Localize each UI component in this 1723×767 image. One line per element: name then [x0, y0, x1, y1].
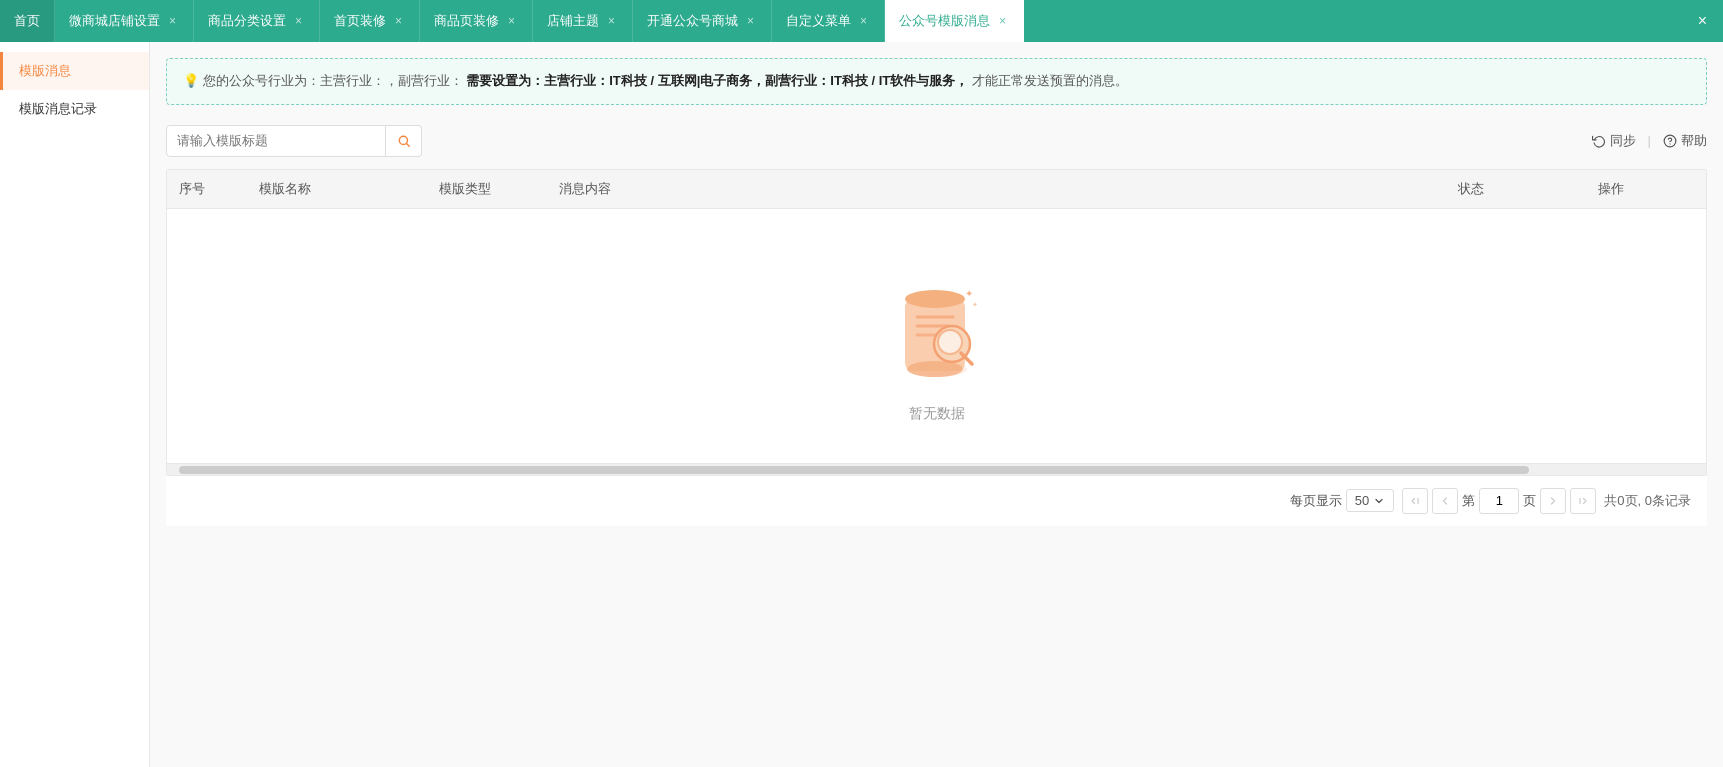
nav-tab-category-label: 商品分类设置 [208, 12, 286, 30]
th-name: 模版名称 [247, 170, 427, 208]
help-label: 帮助 [1681, 132, 1707, 150]
nav-tab-homepage-label: 首页装修 [334, 12, 386, 30]
sidebar-item-template-record-label: 模版消息记录 [19, 101, 97, 116]
nav-tab-template-label: 公众号模版消息 [899, 12, 990, 30]
notice-prefix: 您的公众号行业为：主营行业：，副营行业： [203, 73, 463, 88]
page-size-label: 每页显示 [1290, 492, 1342, 510]
notice-suffix: 才能正常发送预置的消息。 [972, 73, 1128, 88]
th-status: 状态 [1446, 170, 1586, 208]
last-page-button[interactable] [1570, 488, 1596, 514]
notice-icon: 💡 [183, 73, 199, 88]
nav-tab-product-label: 商品页装修 [434, 12, 499, 30]
search-left [166, 125, 422, 157]
sidebar-item-template-record[interactable]: 模版消息记录 [0, 90, 149, 128]
top-nav: 首页 微商城店铺设置 × 商品分类设置 × 首页装修 × 商品页装修 × 店铺主… [0, 0, 1723, 42]
empty-icon: ✦ ✦ [877, 269, 997, 389]
nav-tab-product-close[interactable]: × [505, 12, 518, 30]
th-action: 操作 [1586, 170, 1706, 208]
nav-tab-homepage[interactable]: 首页装修 × [320, 0, 420, 42]
page-size-select-box[interactable]: 50 [1346, 489, 1394, 512]
nav-tab-category-close[interactable]: × [292, 12, 305, 30]
scrollbar-thumb[interactable] [179, 466, 1529, 474]
pagination: 每页显示 50 [166, 476, 1707, 526]
empty-text: 暂无数据 [909, 405, 965, 423]
sidebar-item-template-msg-label: 模版消息 [19, 63, 71, 78]
nav-tab-template[interactable]: 公众号模版消息 × [885, 0, 1024, 42]
sync-label: 同步 [1610, 132, 1636, 150]
nav-tab-wshop-close[interactable]: × [166, 12, 179, 30]
th-index: 序号 [167, 170, 247, 208]
empty-state: ✦ ✦ 暂无数据 [167, 209, 1706, 463]
nav-tab-theme-close[interactable]: × [605, 12, 618, 30]
nav-tab-product[interactable]: 商品页装修 × [420, 0, 533, 42]
nav-tab-mall-label: 开通公众号商城 [647, 12, 738, 30]
nav-tab-theme[interactable]: 店铺主题 × [533, 0, 633, 42]
svg-point-7 [907, 361, 963, 377]
sync-button[interactable]: 同步 [1592, 132, 1636, 150]
first-page-icon [1409, 495, 1421, 507]
svg-text:✦: ✦ [965, 288, 973, 299]
sidebar-item-template-msg[interactable]: 模版消息 [0, 52, 149, 90]
chevron-down-icon [1373, 495, 1385, 507]
next-page-icon [1547, 495, 1559, 507]
table-container: 序号 模版名称 模版类型 消息内容 状态 操作 [166, 169, 1707, 476]
nav-tab-mall-close[interactable]: × [744, 12, 757, 30]
nav-tab-homepage-close[interactable]: × [392, 12, 405, 30]
page-unit: 页 [1523, 492, 1536, 510]
search-icon [397, 134, 411, 148]
svg-point-6 [905, 290, 965, 308]
help-icon [1663, 134, 1677, 148]
page-input[interactable] [1479, 488, 1519, 514]
nav-tab-menu-label: 自定义菜单 [786, 12, 851, 30]
divider: | [1648, 133, 1651, 148]
scrollbar-area[interactable] [167, 463, 1706, 475]
nav-tab-template-close[interactable]: × [996, 12, 1009, 30]
page-label: 第 [1462, 492, 1475, 510]
main-layout: 模版消息 模版消息记录 💡 您的公众号行业为：主营行业：，副营行业： 需要设置为… [0, 42, 1723, 767]
prev-page-button[interactable] [1432, 488, 1458, 514]
notice-text: 您的公众号行业为：主营行业：，副营行业： 需要设置为：主营行业：IT科技 / 互… [203, 73, 1128, 88]
nav-tab-menu-close[interactable]: × [857, 12, 870, 30]
nav-tab-wshop[interactable]: 微商城店铺设置 × [55, 0, 194, 42]
help-button[interactable]: 帮助 [1663, 132, 1707, 150]
search-bar: 同步 | 帮助 [166, 125, 1707, 157]
notice-box: 💡 您的公众号行业为：主营行业：，副营行业： 需要设置为：主营行业：IT科技 /… [166, 58, 1707, 105]
page-navigation: 第 页 [1402, 488, 1596, 514]
total-info: 共0页, 0条记录 [1604, 492, 1691, 510]
notice-highlight: 需要设置为：主营行业：IT科技 / 互联网|电子商务，副营行业：IT科技 / I… [466, 73, 968, 88]
svg-point-12 [938, 330, 962, 354]
th-content: 消息内容 [547, 170, 1446, 208]
search-right: 同步 | 帮助 [1592, 132, 1707, 150]
main-content: 💡 您的公众号行业为：主营行业：，副营行业： 需要设置为：主营行业：IT科技 /… [150, 42, 1723, 767]
page-size-selector: 每页显示 50 [1290, 489, 1394, 512]
table-header: 序号 模版名称 模版类型 消息内容 状态 操作 [167, 170, 1706, 209]
search-button[interactable] [386, 125, 422, 157]
first-page-button[interactable] [1402, 488, 1428, 514]
nav-tab-home-label: 首页 [14, 12, 40, 30]
search-input[interactable] [166, 125, 386, 157]
nav-tab-menu[interactable]: 自定义菜单 × [772, 0, 885, 42]
th-type: 模版类型 [427, 170, 547, 208]
nav-tab-theme-label: 店铺主题 [547, 12, 599, 30]
nav-tab-mall[interactable]: 开通公众号商城 × [633, 0, 772, 42]
page-size-value: 50 [1355, 493, 1369, 508]
prev-page-icon [1439, 495, 1451, 507]
nav-tab-category[interactable]: 商品分类设置 × [194, 0, 320, 42]
last-page-icon [1577, 495, 1589, 507]
next-page-button[interactable] [1540, 488, 1566, 514]
sync-icon [1592, 134, 1606, 148]
sidebar: 模版消息 模版消息记录 [0, 42, 150, 767]
nav-tab-home[interactable]: 首页 [0, 0, 55, 42]
global-close-button[interactable]: × [1682, 0, 1723, 42]
svg-text:✦: ✦ [972, 301, 978, 308]
svg-line-1 [406, 144, 409, 147]
nav-tab-wshop-label: 微商城店铺设置 [69, 12, 160, 30]
